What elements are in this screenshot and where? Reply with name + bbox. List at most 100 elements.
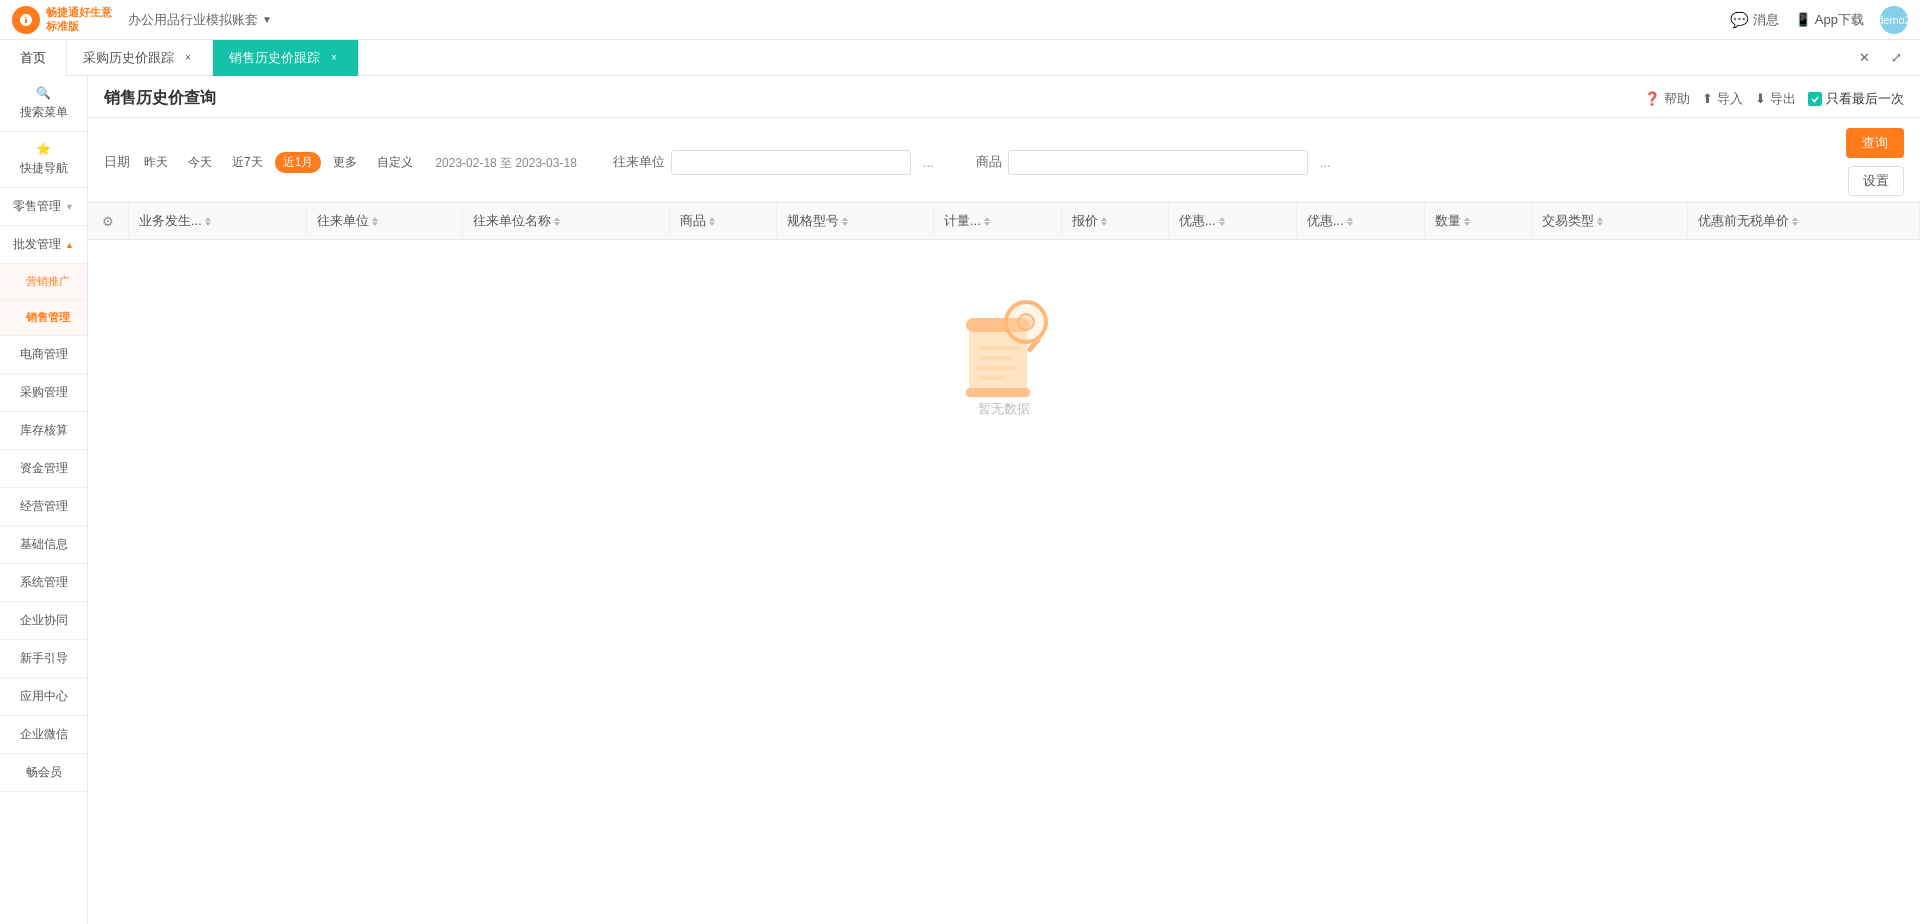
sidebar-item-retail[interactable]: 零售管理 ▼ [0, 188, 87, 226]
help-icon: ❓ [1644, 91, 1660, 106]
sidebar-item-shortcut[interactable]: ⭐ 快捷导航 [0, 132, 87, 188]
svg-point-9 [1018, 314, 1034, 330]
sort-icon-11[interactable] [1597, 217, 1603, 226]
tab-purchase-history[interactable]: 采购历史价跟踪 × [67, 40, 213, 76]
tab-close-sales[interactable]: × [326, 50, 342, 66]
tabbar: 首页 采购历史价跟踪 × 销售历史价跟踪 × ✕ ⤢ [0, 40, 1920, 76]
sort-icon-10[interactable] [1464, 217, 1470, 226]
sidebar-item-app-center[interactable]: 应用中心 [0, 678, 87, 716]
table-col-gear: ⚙ [88, 203, 129, 240]
date-buttons: 昨天 今天 近7天 近1月 更多 自定义 [136, 152, 421, 173]
sort-icon-4[interactable] [709, 217, 715, 226]
import-icon: ⬆ [1702, 91, 1713, 106]
table-col-unit-code: 往来单位 [306, 203, 463, 240]
sidebar-item-operations[interactable]: 经营管理 [0, 488, 87, 526]
date-more[interactable]: 更多 [325, 152, 365, 173]
avatar[interactable]: demo2 [1880, 6, 1908, 34]
sort-icon-6[interactable] [984, 217, 990, 226]
export-button[interactable]: ⬇ 导出 [1755, 90, 1796, 108]
sidebar-item-guide[interactable]: 新手引导 [0, 640, 87, 678]
sidebar-item-ecommerce[interactable]: 电商管理 [0, 336, 87, 374]
sidebar-item-member[interactable]: 畅会员 [0, 754, 87, 792]
svg-rect-5 [978, 366, 1018, 370]
maximize-button[interactable]: ⤢ [1884, 46, 1908, 70]
date-filter-group: 日期 昨天 今天 近7天 近1月 更多 自定义 2023-02-18 至 202… [104, 152, 577, 173]
message-action[interactable]: 💬 消息 [1730, 11, 1779, 29]
filter-bar: 日期 昨天 今天 近7天 近1月 更多 自定义 2023-02-18 至 202… [88, 118, 1920, 203]
topbar: 畅捷通好生意 标准版 办公用品行业模拟账套 ▼ 💬 消息 📱 App下载 dem… [0, 0, 1920, 40]
sort-icon-9[interactable] [1347, 217, 1353, 226]
sidebar-item-inventory[interactable]: 库存核算 [0, 412, 87, 450]
tabbar-right: ✕ ⤢ [1852, 46, 1920, 70]
svg-rect-4 [978, 356, 1014, 360]
close-all-tabs-button[interactable]: ✕ [1852, 46, 1876, 70]
date-last1m[interactable]: 近1月 [275, 152, 322, 173]
sort-icon-8[interactable] [1219, 217, 1225, 226]
table-col-discount1: 优惠... [1168, 203, 1296, 240]
help-button[interactable]: ❓ 帮助 [1644, 90, 1690, 108]
logo-icon [12, 6, 40, 34]
sidebar-item-finance[interactable]: 资金管理 [0, 450, 87, 488]
sidebar-item-system[interactable]: 系统管理 [0, 564, 87, 602]
import-button[interactable]: ⬆ 导入 [1702, 90, 1743, 108]
svg-rect-2 [966, 388, 1030, 397]
download-icon: 📱 [1795, 12, 1811, 27]
search-icon: 🔍 [36, 86, 51, 100]
tab-sales-history[interactable]: 销售历史价跟踪 × [213, 40, 359, 76]
message-icon: 💬 [1730, 11, 1749, 29]
sort-icon-5[interactable] [842, 217, 848, 226]
sidebar-item-wechat[interactable]: 企业微信 [0, 716, 87, 754]
sort-icon-12[interactable] [1792, 217, 1798, 226]
sort-icon-7[interactable] [1101, 217, 1107, 226]
chevron-up-icon: ▲ [65, 240, 74, 250]
chevron-down-icon: ▼ [262, 14, 272, 25]
tab-home[interactable]: 首页 [0, 40, 67, 76]
empty-state: 暂无数据 [88, 240, 1920, 478]
product-input[interactable] [1008, 150, 1308, 175]
from-unit-dots: ... [917, 155, 940, 170]
svg-rect-6 [978, 376, 1006, 380]
topbar-right: 💬 消息 📱 App下载 demo2 [1730, 6, 1908, 34]
sidebar-item-purchase[interactable]: 采购管理 [0, 374, 87, 412]
page-title: 销售历史价查询 [104, 88, 216, 109]
sidebar-item-search[interactable]: 🔍 搜索菜单 [0, 76, 87, 132]
filter-row: 日期 昨天 今天 近7天 近1月 更多 自定义 2023-02-18 至 202… [104, 128, 1904, 196]
table-header: ⚙ 业务发生... [88, 203, 1920, 240]
sort-icon[interactable] [205, 217, 211, 226]
sidebar-item-basic-info[interactable]: 基础信息 [0, 526, 87, 564]
gear-icon[interactable]: ⚙ [98, 211, 118, 231]
sidebar-item-wholesale[interactable]: 批发管理 ▲ [0, 226, 87, 264]
from-unit-input[interactable] [671, 150, 911, 175]
sort-icon-2[interactable] [372, 217, 378, 226]
tab-close-purchase[interactable]: × [180, 50, 196, 66]
export-icon: ⬇ [1755, 91, 1766, 106]
query-button[interactable]: 查询 [1846, 128, 1904, 158]
data-table: ⚙ 业务发生... [88, 203, 1920, 240]
product-dots: ... [1314, 155, 1337, 170]
only-last-checkbox[interactable] [1808, 92, 1822, 106]
date-custom[interactable]: 自定义 [369, 152, 421, 173]
star-icon: ⭐ [36, 142, 51, 156]
from-unit-label: 往来单位 [613, 153, 665, 171]
date-last7[interactable]: 近7天 [224, 152, 271, 173]
date-yesterday[interactable]: 昨天 [136, 152, 176, 173]
settings-button[interactable]: 设置 [1848, 166, 1904, 196]
sort-icon-3[interactable] [554, 217, 560, 226]
date-today[interactable]: 今天 [180, 152, 220, 173]
sidebar-item-sales-mgmt[interactable]: 销售管理 [0, 300, 87, 336]
sidebar-item-marketing[interactable]: 营销推广 [0, 264, 87, 300]
logo-area: 畅捷通好生意 标准版 [12, 6, 112, 34]
date-range-text: 2023-02-18 至 2023-03-18 [435, 155, 576, 172]
chevron-down-icon: ▼ [65, 202, 74, 212]
table-col-qty: 数量 [1424, 203, 1531, 240]
page-actions: ❓ 帮助 ⬆ 导入 ⬇ 导出 只看最后一次 [1644, 90, 1904, 108]
app-selector[interactable]: 办公用品行业模拟账套 ▼ [120, 7, 280, 33]
product-label: 商品 [976, 153, 1002, 171]
date-label: 日期 [104, 153, 130, 171]
only-last-checkbox-label[interactable]: 只看最后一次 [1808, 90, 1904, 108]
empty-illustration [954, 300, 1054, 400]
sidebar-item-enterprise[interactable]: 企业协同 [0, 602, 87, 640]
sidebar: 🔍 搜索菜单 ⭐ 快捷导航 零售管理 ▼ 批发管理 ▲ 营销推广 销售管理 电商… [0, 76, 88, 924]
from-unit-filter-group: 往来单位 ... [613, 150, 940, 175]
app-download-action[interactable]: 📱 App下载 [1795, 11, 1864, 29]
